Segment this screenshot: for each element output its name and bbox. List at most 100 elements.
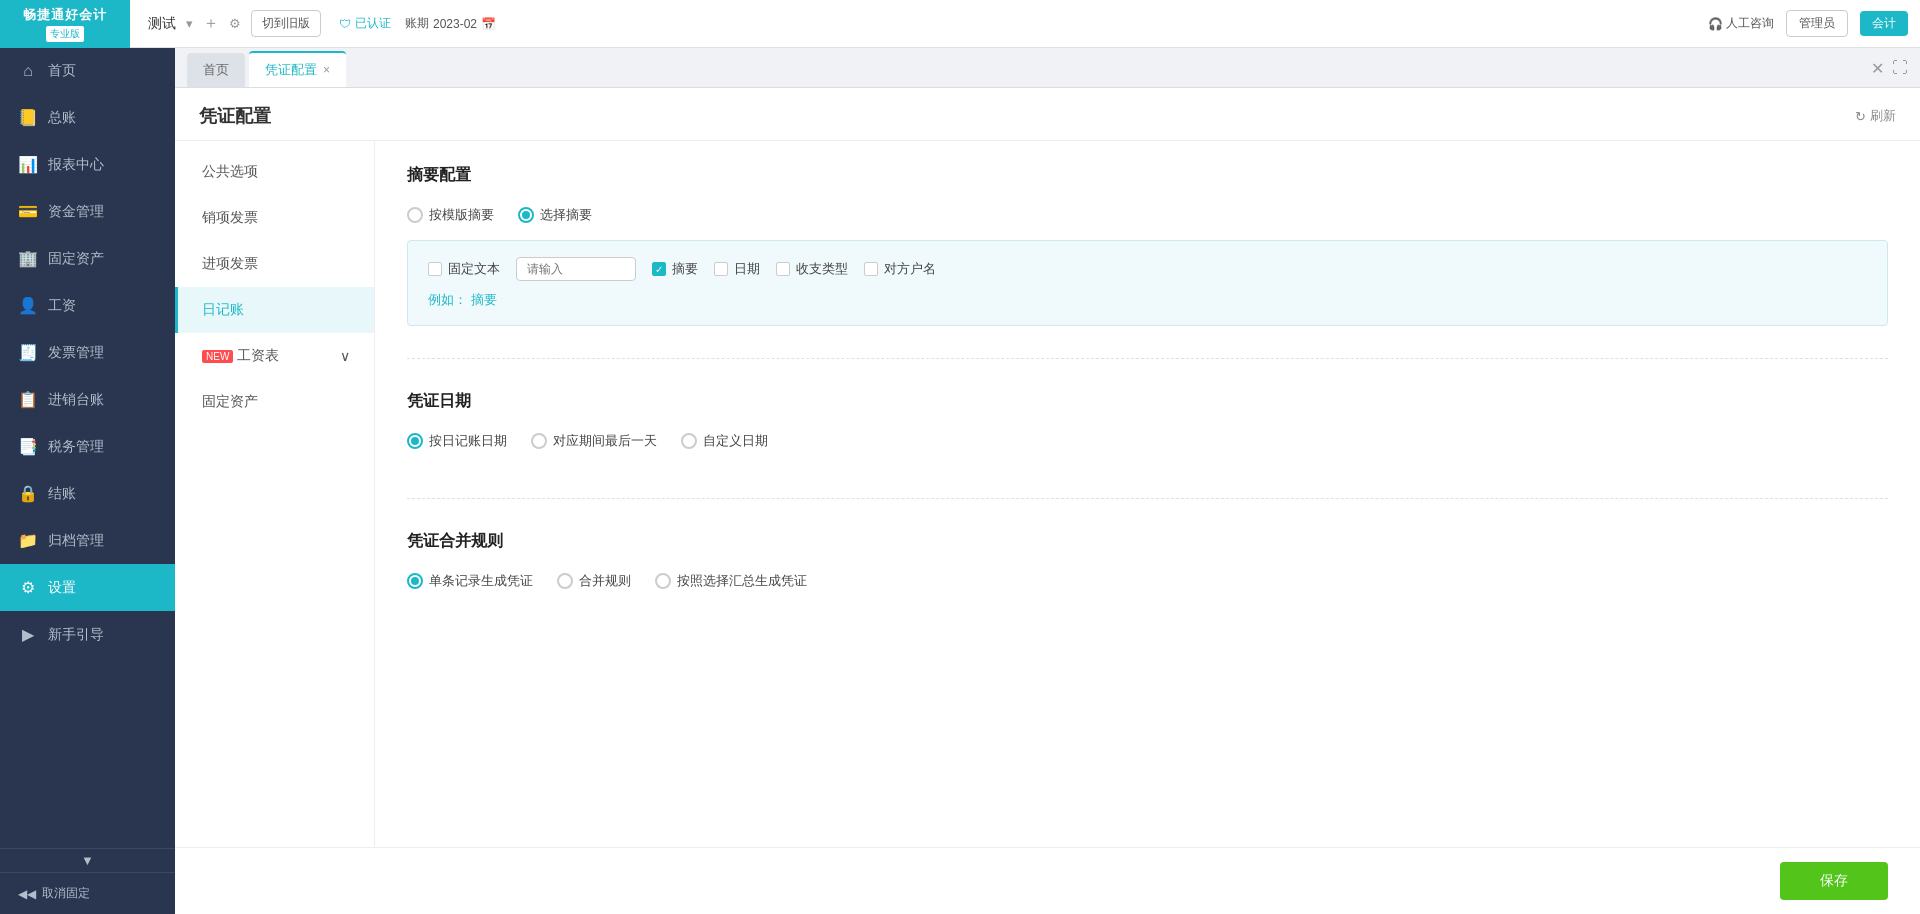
journal-date-label: 按日记账日期 bbox=[429, 432, 507, 450]
customer-service-button[interactable]: 🎧 人工咨询 bbox=[1708, 15, 1774, 32]
report-icon: 📊 bbox=[18, 155, 38, 174]
radio-circle-single bbox=[407, 573, 423, 589]
maximize-button[interactable]: ⛶ bbox=[1892, 58, 1908, 77]
radio-circle-merge bbox=[557, 573, 573, 589]
tab-home-label: 首页 bbox=[203, 61, 229, 79]
left-nav-journal[interactable]: 日记账 bbox=[175, 287, 374, 333]
left-nav-fixed-asset[interactable]: 固定资产 bbox=[175, 379, 374, 425]
checkbox-date[interactable]: 日期 bbox=[714, 260, 760, 278]
radio-circle-journal-date bbox=[407, 433, 423, 449]
ledger-icon: 📒 bbox=[18, 108, 38, 127]
sidebar-item-ledger[interactable]: 📒 总账 bbox=[0, 94, 175, 141]
logo: 畅捷通好会计 专业版 bbox=[0, 0, 130, 48]
chevron-down-icon[interactable]: ▾ bbox=[186, 16, 193, 31]
date-option-custom[interactable]: 自定义日期 bbox=[681, 432, 768, 450]
checkbox-counterpart[interactable]: 对方户名 bbox=[864, 260, 936, 278]
tab-bar: 首页 凭证配置 × ✕ ⛶ bbox=[175, 48, 1920, 88]
page-title: 凭证配置 bbox=[199, 104, 271, 128]
left-nav: 公共选项 销项发票 进项发票 日记账 NEW工资表 ∨ 固定资产 bbox=[175, 141, 375, 847]
period-last-label: 对应期间最后一天 bbox=[553, 432, 657, 450]
left-nav-sales-invoice[interactable]: 销项发票 bbox=[175, 195, 374, 241]
tab-home[interactable]: 首页 bbox=[187, 53, 245, 87]
refresh-button[interactable]: ↻ 刷新 bbox=[1855, 107, 1896, 125]
merge-option-merge[interactable]: 合并规则 bbox=[557, 572, 631, 590]
cancel-pin-button[interactable]: ◀◀ 取消固定 bbox=[0, 872, 175, 914]
checkbox-box-date bbox=[714, 262, 728, 276]
voucher-date-radio-group: 按日记账日期 对应期间最后一天 自定义日期 bbox=[407, 432, 1888, 450]
checkbox-box-income-type bbox=[776, 262, 790, 276]
merge-option-single[interactable]: 单条记录生成凭证 bbox=[407, 572, 533, 590]
sidebar-scroll-down[interactable]: ▼ bbox=[0, 848, 175, 872]
sidebar-label-archive: 归档管理 bbox=[48, 532, 157, 550]
sidebar-item-salary[interactable]: 👤 工资 bbox=[0, 282, 175, 329]
close-account-icon: 🔒 bbox=[18, 484, 38, 503]
summary-option-select[interactable]: 选择摘要 bbox=[518, 206, 592, 224]
right-panel: 摘要配置 按模版摘要 选择摘要 bbox=[375, 141, 1920, 847]
sidebar-label-tax: 税务管理 bbox=[48, 438, 157, 456]
sidebar-scroll: ⌂ 首页 📒 总账 📊 报表中心 💳 资金管理 🏢 固定资产 👤 工资 bbox=[0, 48, 175, 848]
summary-config-row: 固定文本 摘要 日期 bbox=[428, 257, 1867, 281]
date-checkbox-label: 日期 bbox=[734, 260, 760, 278]
archive-icon: 📁 bbox=[18, 531, 38, 550]
invoice-icon: 🧾 bbox=[18, 343, 38, 362]
sidebar-label-home: 首页 bbox=[48, 62, 157, 80]
checkbox-income-type[interactable]: 收支类型 bbox=[776, 260, 848, 278]
salary-icon: 👤 bbox=[18, 296, 38, 315]
sidebar-item-archive[interactable]: 📁 归档管理 bbox=[0, 517, 175, 564]
tab-close-button[interactable]: × bbox=[323, 63, 330, 77]
sidebar: ⌂ 首页 📒 总账 📊 报表中心 💳 资金管理 🏢 固定资产 👤 工资 bbox=[0, 48, 175, 914]
summary-select-label: 选择摘要 bbox=[540, 206, 592, 224]
content-area: 首页 凭证配置 × ✕ ⛶ 凭证配置 ↻ 刷新 bbox=[175, 48, 1920, 914]
radio-circle-aggregate bbox=[655, 573, 671, 589]
checkbox-summary[interactable]: 摘要 bbox=[652, 260, 698, 278]
sidebar-label-fixed-asset: 固定资产 bbox=[48, 250, 157, 268]
sidebar-item-report[interactable]: 📊 报表中心 bbox=[0, 141, 175, 188]
single-record-label: 单条记录生成凭证 bbox=[429, 572, 533, 590]
sidebar-item-invoice[interactable]: 🧾 发票管理 bbox=[0, 329, 175, 376]
merge-option-aggregate[interactable]: 按照选择汇总生成凭证 bbox=[655, 572, 807, 590]
top-bar: 畅捷通好会计 专业版 测试 ▾ ＋ ⚙ 切到旧版 🛡 已认证 账期 2023-0… bbox=[0, 0, 1920, 48]
fund-icon: 💳 bbox=[18, 202, 38, 221]
date-option-journal[interactable]: 按日记账日期 bbox=[407, 432, 507, 450]
checkbox-box-counterpart bbox=[864, 262, 878, 276]
save-button[interactable]: 保存 bbox=[1780, 862, 1888, 900]
sidebar-item-settings[interactable]: ⚙ 设置 bbox=[0, 564, 175, 611]
tab-voucher-config[interactable]: 凭证配置 × bbox=[249, 51, 346, 87]
custom-date-label: 自定义日期 bbox=[703, 432, 768, 450]
counterpart-label: 对方户名 bbox=[884, 260, 936, 278]
accountant-button[interactable]: 会计 bbox=[1860, 11, 1908, 36]
new-badge: NEW bbox=[202, 350, 233, 363]
left-nav-payroll[interactable]: NEW工资表 ∨ bbox=[175, 333, 374, 379]
calendar-icon[interactable]: 📅 bbox=[481, 17, 496, 31]
sidebar-item-close[interactable]: 🔒 结账 bbox=[0, 470, 175, 517]
settings-sidebar-icon: ⚙ bbox=[18, 578, 38, 597]
close-window-button[interactable]: ✕ bbox=[1871, 58, 1884, 77]
checkbox-fixed-text[interactable]: 固定文本 bbox=[428, 260, 500, 278]
left-nav-public[interactable]: 公共选项 bbox=[175, 149, 374, 195]
date-option-period-last[interactable]: 对应期间最后一天 bbox=[531, 432, 657, 450]
admin-button[interactable]: 管理员 bbox=[1786, 10, 1848, 37]
tab-voucher-config-label: 凭证配置 bbox=[265, 61, 317, 79]
switch-old-button[interactable]: 切到旧版 bbox=[251, 10, 321, 37]
sidebar-item-tax[interactable]: 📑 税务管理 bbox=[0, 423, 175, 470]
income-type-label: 收支类型 bbox=[796, 260, 848, 278]
left-nav-purchase-invoice[interactable]: 进项发票 bbox=[175, 241, 374, 287]
checkbox-box-fixed-text bbox=[428, 262, 442, 276]
fixed-asset-icon: 🏢 bbox=[18, 249, 38, 268]
radio-circle-template bbox=[407, 207, 423, 223]
main-layout: ⌂ 首页 📒 总账 📊 报表中心 💳 资金管理 🏢 固定资产 👤 工资 bbox=[0, 48, 1920, 914]
sidebar-item-fund[interactable]: 💳 资金管理 bbox=[0, 188, 175, 235]
left-nav-payroll-label: NEW工资表 bbox=[202, 347, 279, 365]
sidebar-item-newbie[interactable]: ▶ 新手引导 bbox=[0, 611, 175, 658]
add-icon[interactable]: ＋ bbox=[203, 13, 219, 34]
summary-option-template[interactable]: 按模版摘要 bbox=[407, 206, 494, 224]
sidebar-item-home[interactable]: ⌂ 首页 bbox=[0, 48, 175, 94]
sidebar-item-purchase-sale[interactable]: 📋 进销台账 bbox=[0, 376, 175, 423]
summary-template-label: 按模版摘要 bbox=[429, 206, 494, 224]
period-info: 账期 2023-02 📅 bbox=[405, 15, 496, 32]
shield-icon: 🛡 bbox=[339, 17, 351, 31]
sidebar-item-fixed-asset[interactable]: 🏢 固定资产 bbox=[0, 235, 175, 282]
settings-icon[interactable]: ⚙ bbox=[229, 16, 241, 31]
radio-circle-select bbox=[518, 207, 534, 223]
fixed-text-input[interactable] bbox=[516, 257, 636, 281]
